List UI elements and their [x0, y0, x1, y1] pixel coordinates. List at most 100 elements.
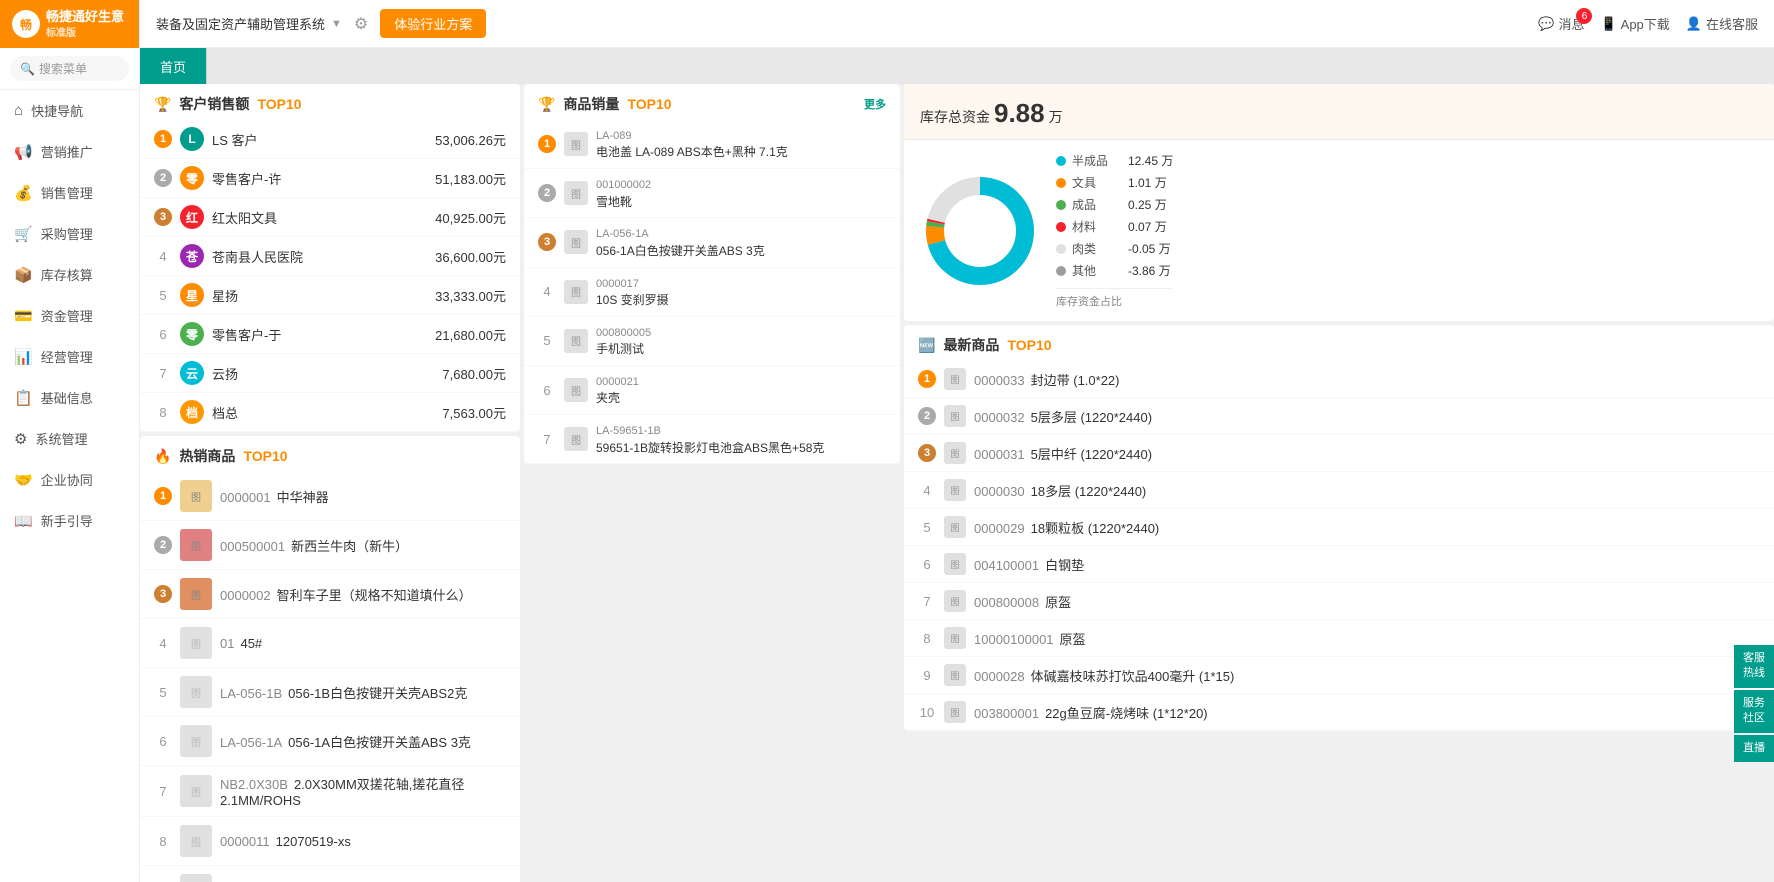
product-img: 图 — [564, 427, 588, 451]
rank-number-1: 1 — [154, 130, 172, 148]
product-info: LA-056-1A 056-1A白色按键开关盖ABS 3克 — [596, 225, 886, 259]
online-service-label: 在线客服 — [1706, 14, 1758, 33]
trophy-icon: 🏆 — [154, 96, 171, 113]
app-download-item[interactable]: 📱 App下载 — [1600, 14, 1669, 33]
table-row: 2 零 零售客户-许 51,183.00元 — [140, 159, 520, 198]
avatar: 红 — [180, 205, 204, 229]
customer-hotline-button[interactable]: 客服热线 — [1734, 645, 1774, 688]
sidebar-item-marketing[interactable]: 📢 营销推广 — [0, 131, 139, 172]
sidebar-item-home[interactable]: ⌂ 快捷导航 — [0, 90, 139, 131]
sidebar-item-enterprise[interactable]: 🤝 企业协同 — [0, 459, 139, 500]
legend-subtitle: 库存资金占比 — [1056, 288, 1173, 309]
rank-number: 4 — [154, 636, 172, 651]
rank-number: 2 — [154, 536, 172, 554]
operation-icon: 📊 — [14, 348, 33, 366]
service-community-button[interactable]: 服务社区 — [1734, 690, 1774, 733]
sidebar-item-guide[interactable]: 📖 新手引导 — [0, 500, 139, 541]
rank-number: 2 — [538, 184, 556, 202]
legend-item: 材料 0.07 万 — [1056, 218, 1173, 235]
sidebar-item-operation[interactable]: 📊 经营管理 — [0, 336, 139, 377]
nav-label-home: 快捷导航 — [31, 101, 83, 120]
more-link[interactable]: 更多 — [864, 96, 886, 112]
product-img: 图 — [944, 516, 966, 538]
marketing-icon: 📢 — [14, 143, 33, 161]
trial-button[interactable]: 体验行业方案 — [380, 9, 486, 38]
nav-label-guide: 新手引导 — [41, 511, 93, 530]
product-image: 图 — [180, 578, 212, 610]
list-item: 2 图 001000002 雪地靴 — [524, 169, 900, 218]
sales-amount: 53,006.26元 — [435, 130, 506, 149]
customer-name: 星扬 — [212, 286, 427, 305]
table-row: 8 档 档总 7,563.00元 — [140, 393, 520, 432]
product-rank-title: 商品销量 — [563, 94, 619, 114]
sidebar-item-sales[interactable]: 💰 销售管理 — [0, 172, 139, 213]
customer-name: 苍南县人民医院 — [212, 247, 427, 266]
customer-name: LS 客户 — [212, 130, 427, 149]
rank-number-3: 3 — [154, 208, 172, 226]
legend-label: 肉类 — [1072, 240, 1122, 257]
product-image: 图 — [180, 725, 212, 757]
sales-rank-card: 🏆 客户销售额 TOP10 1 L LS 客户 53,006.26元 2 — [140, 84, 520, 432]
logo-icon: 畅 — [12, 10, 40, 38]
product-img: 图 — [944, 479, 966, 501]
legend-item: 文具 1.01 万 — [1056, 174, 1173, 191]
customer-name: 红太阳文具 — [212, 208, 427, 227]
online-service-item[interactable]: 👤 在线客服 — [1686, 14, 1758, 33]
tab-home[interactable]: 首页 — [140, 48, 207, 84]
list-item: 1 图 0000001中华神器 — [140, 472, 520, 521]
product-info: 0000033封边带 (1.0*22) — [974, 370, 1760, 389]
product-info: 000500001新西兰牛肉（新牛） — [220, 536, 506, 555]
product-img: 图 — [944, 405, 966, 427]
rank-number: 2 — [918, 407, 936, 425]
live-broadcast-button[interactable]: 直播 — [1734, 735, 1774, 762]
product-rank-badge: TOP10 — [627, 96, 671, 112]
sidebar-item-system[interactable]: ⚙ 系统管理 — [0, 418, 139, 459]
fire-icon: 🔥 — [154, 448, 171, 465]
inventory-amount: 9.88 — [994, 98, 1045, 129]
product-info: 001000002 雪地靴 — [596, 176, 886, 210]
rank-number: 1 — [154, 487, 172, 505]
product-info: 10000100001原盔 — [974, 629, 1760, 648]
list-item: 5 图 LA-056-1B056-1B白色按键开关壳ABS2克 — [140, 668, 520, 717]
product-image: 图 — [180, 874, 212, 882]
rank-number: 7 — [538, 432, 556, 447]
message-item[interactable]: 💬 消息 6 — [1538, 14, 1584, 33]
list-item: 1 图 LA-089 电池盖 LA-089 ABS本色+黑种 7.1克 — [524, 120, 900, 169]
list-item: 10 图 00380000122g鱼豆腐-烧烤味 (1*12*20) — [904, 694, 1774, 731]
sales-amount: 7,680.00元 — [442, 364, 506, 383]
inventory-unit: 万 — [1049, 107, 1063, 127]
search-icon: 🔍 — [20, 62, 35, 76]
product-info: 000800008原盔 — [974, 592, 1760, 611]
main-area: 装备及固定资产辅助管理系统 ▼ ⚙ 体验行业方案 💬 消息 6 📱 App下载 … — [140, 0, 1774, 882]
sidebar-item-inventory[interactable]: 📦 库存核算 — [0, 254, 139, 295]
rank-number: 10 — [918, 705, 936, 720]
settings-icon[interactable]: ⚙ — [354, 14, 368, 34]
product-info: LA-056-1B056-1B白色按键开关壳ABS2克 — [220, 683, 506, 702]
rank-number-8: 8 — [154, 405, 172, 420]
search-menu-box[interactable]: 🔍 搜索菜单 — [10, 56, 129, 81]
newest-products-header: 🆕 最新商品 TOP10 — [904, 325, 1774, 361]
rank-number: 4 — [918, 483, 936, 498]
newest-badge: TOP10 — [1007, 337, 1051, 353]
product-info: 0000028体碱嘉枝味苏打饮品400毫升 (1*15) — [974, 666, 1760, 685]
system-selector[interactable]: 装备及固定资产辅助管理系统 ▼ — [156, 14, 342, 33]
product-img: 图 — [944, 701, 966, 723]
hot-products-badge: TOP10 — [243, 448, 287, 464]
donut-chart — [920, 171, 1040, 291]
table-row: 7 云 云扬 7,680.00元 — [140, 354, 520, 393]
table-row: 3 红 红太阳文具 40,925.00元 — [140, 198, 520, 237]
legend-dot — [1056, 178, 1066, 188]
sidebar-item-basic[interactable]: 📋 基础信息 — [0, 377, 139, 418]
list-item: 7 图 000800008原盔 — [904, 583, 1774, 620]
rank-number: 9 — [918, 668, 936, 683]
legend-value: 0.07 万 — [1128, 218, 1167, 235]
sidebar-item-purchase[interactable]: 🛒 采购管理 — [0, 213, 139, 254]
rank-number: 6 — [918, 557, 936, 572]
product-img: 图 — [564, 378, 588, 402]
table-row: 6 零 零售客户-于 21,680.00元 — [140, 315, 520, 354]
rank-number: 5 — [538, 333, 556, 348]
product-rank-card: 🏆 商品销量 TOP10 更多 1 图 LA-089 电池盖 LA-089 AB… — [524, 84, 900, 464]
legend-dot — [1056, 200, 1066, 210]
sidebar-item-finance[interactable]: 💳 资金管理 — [0, 295, 139, 336]
chart-legend: 半成品 12.45 万 文具 1.01 万 成品 0.25 万 — [1056, 152, 1173, 309]
